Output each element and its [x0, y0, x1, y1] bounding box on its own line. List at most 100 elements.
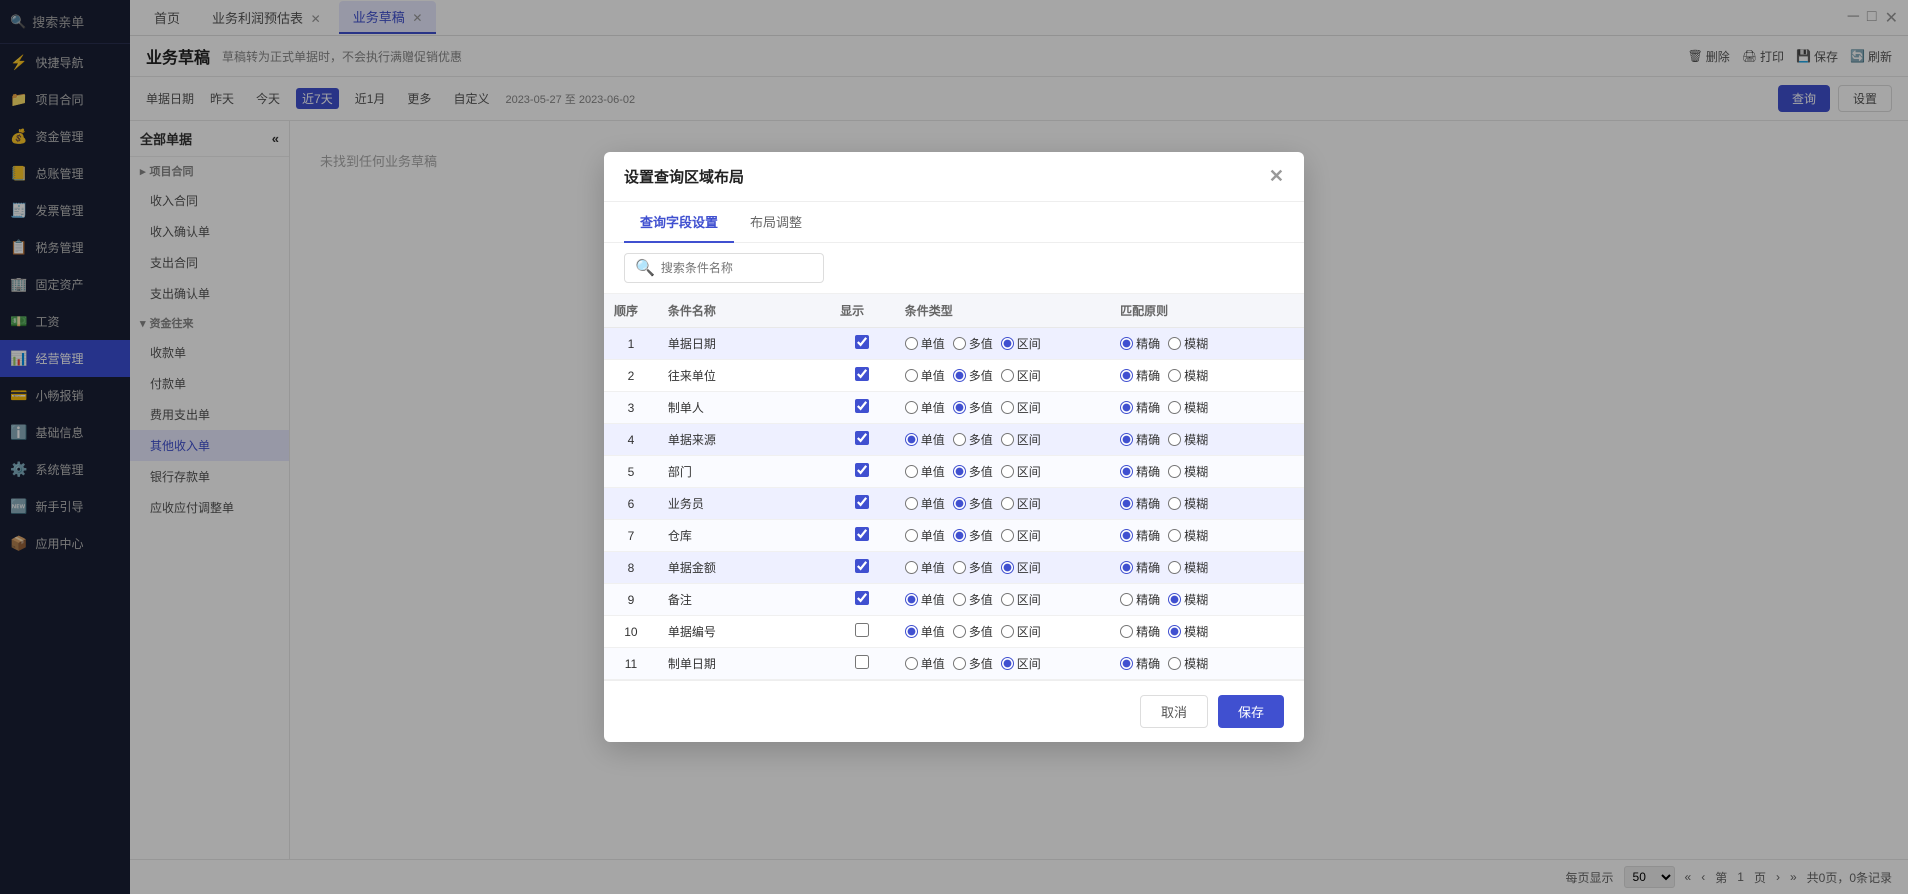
- type-radio-label[interactable]: 区间: [1001, 623, 1041, 640]
- type-radio-multi[interactable]: [953, 593, 966, 606]
- match-radio-label[interactable]: 精确: [1120, 335, 1160, 352]
- type-radio-multi[interactable]: [953, 369, 966, 382]
- type-radio-multi[interactable]: [953, 337, 966, 350]
- show-checkbox[interactable]: [855, 399, 869, 413]
- match-radio-label[interactable]: 精确: [1120, 623, 1160, 640]
- type-radio-label[interactable]: 区间: [1001, 591, 1041, 608]
- type-radio-label[interactable]: 区间: [1001, 463, 1041, 480]
- type-radio-label[interactable]: 单值: [905, 623, 945, 640]
- show-checkbox[interactable]: [855, 559, 869, 573]
- type-radio-single[interactable]: [905, 465, 918, 478]
- match-radio-label[interactable]: 模糊: [1168, 367, 1208, 384]
- match-radio-label[interactable]: 模糊: [1168, 559, 1208, 576]
- match-radio-label[interactable]: 模糊: [1168, 591, 1208, 608]
- type-radio-multi[interactable]: [953, 561, 966, 574]
- type-radio-range[interactable]: [1001, 465, 1014, 478]
- type-radio-label[interactable]: 单值: [905, 527, 945, 544]
- match-radio-fuzzy[interactable]: [1168, 465, 1181, 478]
- type-radio-multi[interactable]: [953, 529, 966, 542]
- match-radio-exact[interactable]: [1120, 593, 1133, 606]
- match-radio-fuzzy[interactable]: [1168, 625, 1181, 638]
- match-radio-exact[interactable]: [1120, 369, 1133, 382]
- cancel-button[interactable]: 取消: [1140, 695, 1208, 728]
- type-radio-single[interactable]: [905, 593, 918, 606]
- match-radio-label[interactable]: 模糊: [1168, 527, 1208, 544]
- match-radio-fuzzy[interactable]: [1168, 561, 1181, 574]
- match-radio-fuzzy[interactable]: [1168, 497, 1181, 510]
- match-radio-fuzzy[interactable]: [1168, 369, 1181, 382]
- match-radio-exact[interactable]: [1120, 465, 1133, 478]
- match-radio-label[interactable]: 精确: [1120, 399, 1160, 416]
- type-radio-label[interactable]: 单值: [905, 655, 945, 672]
- match-radio-fuzzy[interactable]: [1168, 433, 1181, 446]
- match-radio-fuzzy[interactable]: [1168, 529, 1181, 542]
- match-radio-exact[interactable]: [1120, 625, 1133, 638]
- type-radio-range[interactable]: [1001, 625, 1014, 638]
- match-radio-label[interactable]: 精确: [1120, 527, 1160, 544]
- match-radio-exact[interactable]: [1120, 529, 1133, 542]
- type-radio-label[interactable]: 多值: [953, 559, 993, 576]
- type-radio-label[interactable]: 单值: [905, 399, 945, 416]
- type-radio-single[interactable]: [905, 657, 918, 670]
- match-radio-label[interactable]: 模糊: [1168, 623, 1208, 640]
- type-radio-label[interactable]: 多值: [953, 591, 993, 608]
- match-radio-exact[interactable]: [1120, 433, 1133, 446]
- type-radio-label[interactable]: 单值: [905, 559, 945, 576]
- type-radio-label[interactable]: 多值: [953, 399, 993, 416]
- type-radio-label[interactable]: 多值: [953, 335, 993, 352]
- match-radio-label[interactable]: 模糊: [1168, 335, 1208, 352]
- match-radio-label[interactable]: 精确: [1120, 431, 1160, 448]
- match-radio-fuzzy[interactable]: [1168, 593, 1181, 606]
- type-radio-label[interactable]: 区间: [1001, 655, 1041, 672]
- type-radio-label[interactable]: 单值: [905, 367, 945, 384]
- show-checkbox[interactable]: [855, 591, 869, 605]
- type-radio-single[interactable]: [905, 433, 918, 446]
- type-radio-range[interactable]: [1001, 337, 1014, 350]
- show-checkbox[interactable]: [855, 463, 869, 477]
- dialog-search-input[interactable]: [661, 261, 816, 275]
- type-radio-label[interactable]: 区间: [1001, 399, 1041, 416]
- type-radio-label[interactable]: 多值: [953, 367, 993, 384]
- type-radio-label[interactable]: 多值: [953, 623, 993, 640]
- type-radio-label[interactable]: 区间: [1001, 367, 1041, 384]
- type-radio-label[interactable]: 多值: [953, 655, 993, 672]
- save-button[interactable]: 保存: [1218, 695, 1284, 728]
- type-radio-range[interactable]: [1001, 529, 1014, 542]
- type-radio-label[interactable]: 多值: [953, 495, 993, 512]
- match-radio-exact[interactable]: [1120, 337, 1133, 350]
- type-radio-label[interactable]: 多值: [953, 431, 993, 448]
- type-radio-label[interactable]: 区间: [1001, 495, 1041, 512]
- type-radio-label[interactable]: 单值: [905, 495, 945, 512]
- show-checkbox[interactable]: [855, 623, 869, 637]
- match-radio-label[interactable]: 精确: [1120, 559, 1160, 576]
- type-radio-single[interactable]: [905, 337, 918, 350]
- type-radio-label[interactable]: 多值: [953, 463, 993, 480]
- match-radio-label[interactable]: 模糊: [1168, 463, 1208, 480]
- type-radio-label[interactable]: 多值: [953, 527, 993, 544]
- type-radio-multi[interactable]: [953, 657, 966, 670]
- type-radio-label[interactable]: 区间: [1001, 335, 1041, 352]
- match-radio-exact[interactable]: [1120, 561, 1133, 574]
- type-radio-range[interactable]: [1001, 593, 1014, 606]
- type-radio-single[interactable]: [905, 529, 918, 542]
- dialog-tab-layout[interactable]: 布局调整: [734, 202, 818, 243]
- match-radio-label[interactable]: 精确: [1120, 463, 1160, 480]
- type-radio-range[interactable]: [1001, 561, 1014, 574]
- type-radio-label[interactable]: 单值: [905, 463, 945, 480]
- type-radio-label[interactable]: 区间: [1001, 559, 1041, 576]
- show-checkbox[interactable]: [855, 431, 869, 445]
- match-radio-label[interactable]: 精确: [1120, 367, 1160, 384]
- show-checkbox[interactable]: [855, 495, 869, 509]
- match-radio-label[interactable]: 精确: [1120, 655, 1160, 672]
- type-radio-multi[interactable]: [953, 401, 966, 414]
- type-radio-label[interactable]: 单值: [905, 591, 945, 608]
- type-radio-label[interactable]: 区间: [1001, 527, 1041, 544]
- type-radio-range[interactable]: [1001, 497, 1014, 510]
- show-checkbox[interactable]: [855, 335, 869, 349]
- type-radio-label[interactable]: 单值: [905, 335, 945, 352]
- type-radio-multi[interactable]: [953, 465, 966, 478]
- match-radio-fuzzy[interactable]: [1168, 337, 1181, 350]
- match-radio-label[interactable]: 模糊: [1168, 495, 1208, 512]
- type-radio-range[interactable]: [1001, 369, 1014, 382]
- type-radio-multi[interactable]: [953, 497, 966, 510]
